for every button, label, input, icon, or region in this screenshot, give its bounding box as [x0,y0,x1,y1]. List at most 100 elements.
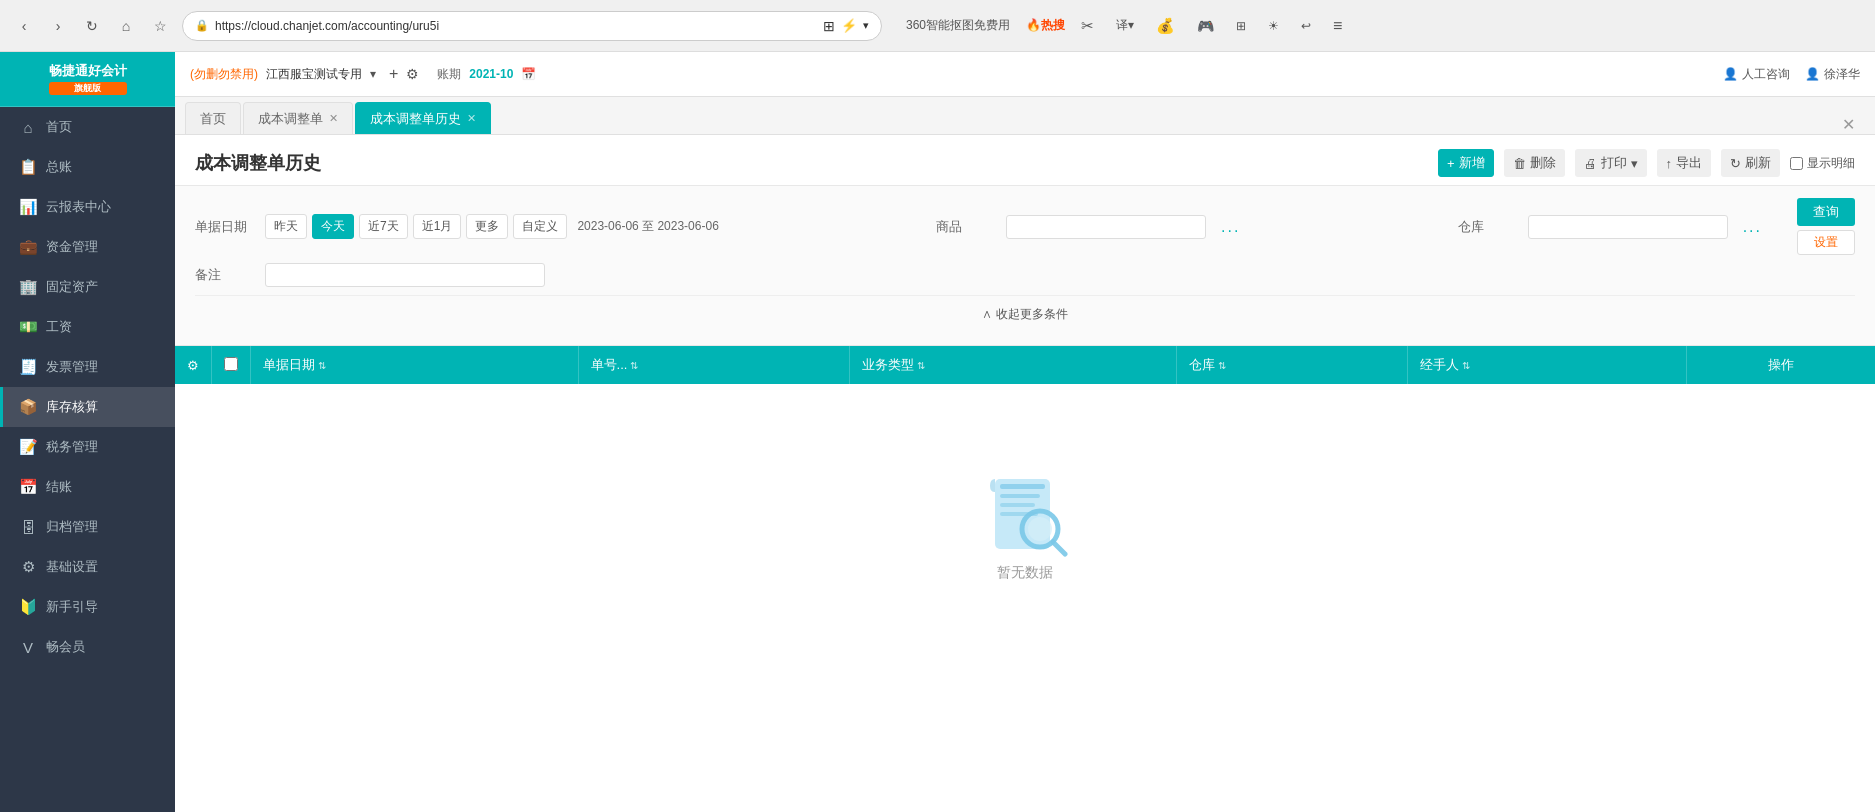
col-date[interactable]: 单据日期 ⇅ [251,346,579,384]
note-filter-input[interactable] [265,263,545,287]
user-menu[interactable]: 👤 徐泽华 [1805,66,1860,83]
report-icon: 📊 [18,198,38,216]
tab-cost-adjust-label: 成本调整单 [258,110,323,128]
col-number[interactable]: 单号... ⇅ [578,346,849,384]
warehouse-filter-dots[interactable]: ... [1743,218,1762,236]
game-btn[interactable]: 🎮 [1191,15,1220,37]
delete-btn[interactable]: 🗑 删除 [1504,149,1565,177]
print-dropdown-icon: ▾ [1631,156,1638,171]
reload-button[interactable]: ↻ [78,12,106,40]
grid-btn[interactable]: ⊞ [1230,16,1252,36]
dropdown-arrow: ▾ [863,19,869,32]
translate-btn[interactable]: 译▾ [1110,14,1140,37]
sidebar-home-label: 首页 [46,118,72,136]
sidebar-item-tax[interactable]: 📝 税务管理 [0,427,175,467]
guide-icon: 🔰 [18,598,38,616]
sidebar-item-archive[interactable]: 🗄 归档管理 [0,507,175,547]
collapse-btn[interactable]: ∧ 收起更多条件 [972,301,1077,328]
service-btn[interactable]: 👤 人工咨询 [1723,66,1790,83]
inventory-icon: 📦 [18,398,38,416]
sun-btn[interactable]: ☀ [1262,16,1285,36]
col-settings[interactable]: ⚙ [175,346,212,384]
date-sort-icon: ⇅ [318,360,326,371]
company-name: 江西服宝测试专用 [266,66,362,83]
calendar-icon[interactable]: 📅 [521,67,536,81]
lightning-icon: ⚡ [841,18,857,33]
settings-filter-btn[interactable]: 设置 [1797,230,1855,255]
sidebar-item-home[interactable]: ⌂ 首页 [0,107,175,147]
sidebar-ledger-label: 总账 [46,158,72,176]
close-all-tabs-btn[interactable]: ✕ [1832,115,1865,134]
sidebar: 畅捷通好会计 旗舰版 ⌂ 首页 📋 总账 📊 云报表中心 💼 资金管理 � [0,52,175,812]
user-avatar-icon: 👤 [1805,67,1820,81]
product-filter-input[interactable] [1006,215,1206,239]
undo-btn[interactable]: ↩ [1295,16,1317,36]
table-container: ⚙ 单据日期 ⇅ [175,346,1875,662]
select-all-checkbox[interactable] [224,357,238,371]
preset-7days[interactable]: 近7天 [359,214,408,239]
product-filter-dots[interactable]: ... [1221,218,1240,236]
home-button[interactable]: ⌂ [112,12,140,40]
empty-state: 暂无数据 [175,384,1875,662]
address-bar[interactable]: 🔒 https://cloud.chanjet.com/accounting/u… [182,11,882,41]
assets-icon: 🏢 [18,278,38,296]
date-filter-label: 单据日期 [195,218,250,236]
sidebar-tax-label: 税务管理 [46,438,98,456]
sidebar-report-label: 云报表中心 [46,198,111,216]
preset-yesterday[interactable]: 昨天 [265,214,307,239]
new-btn[interactable]: + 新增 [1438,149,1494,177]
svg-line-7 [1053,542,1065,554]
col-warehouse[interactable]: 仓库 ⇅ [1177,346,1408,384]
refresh-btn[interactable]: ↻ 刷新 [1721,149,1780,177]
preset-today[interactable]: 今天 [312,214,354,239]
tab-cost-adjust[interactable]: 成本调整单 ✕ [243,102,353,134]
ledger-icon: 📋 [18,158,38,176]
biz-type-sort-icon: ⇅ [917,360,925,371]
sidebar-item-fund[interactable]: 💼 资金管理 [0,227,175,267]
forward-button[interactable]: › [44,12,72,40]
tab-cost-adjust-close[interactable]: ✕ [329,112,338,125]
sidebar-item-settings[interactable]: ⚙ 基础设置 [0,547,175,587]
sidebar-item-vip[interactable]: V 畅会员 [0,627,175,667]
page-title: 成本调整单历史 [195,151,321,175]
sidebar-item-closing[interactable]: 📅 结账 [0,467,175,507]
operator-sort-icon: ⇅ [1462,360,1470,371]
show-cols-checkbox[interactable] [1790,157,1803,170]
sidebar-item-report[interactable]: 📊 云报表中心 [0,187,175,227]
tab-cost-adjust-history-close[interactable]: ✕ [467,112,476,125]
table-header: ⚙ 单据日期 ⇅ [175,346,1875,384]
query-btn[interactable]: 查询 [1797,198,1855,226]
search-360-btn[interactable]: 360智能抠图免费用 [900,14,1016,37]
warehouse-filter-input[interactable] [1528,215,1728,239]
print-btn[interactable]: 🖨 打印 ▾ [1575,149,1647,177]
sidebar-item-ledger[interactable]: 📋 总账 [0,147,175,187]
preset-1month[interactable]: 近1月 [413,214,462,239]
wallet-btn[interactable]: 💰 [1150,14,1181,38]
empty-text: 暂无数据 [997,564,1053,582]
username-text: 徐泽华 [1824,66,1860,83]
sidebar-payroll-label: 工资 [46,318,72,336]
show-cols-label: 显示明细 [1790,155,1855,172]
sidebar-item-invoice[interactable]: 🧾 发票管理 [0,347,175,387]
star-button[interactable]: ☆ [146,12,174,40]
scissors-btn[interactable]: ✂ [1075,14,1100,38]
tab-cost-adjust-history[interactable]: 成本调整单历史 ✕ [355,102,491,134]
col-operator[interactable]: 经手人 ⇅ [1408,346,1687,384]
back-button[interactable]: ‹ [10,12,38,40]
col-biz-type[interactable]: 业务类型 ⇅ [849,346,1177,384]
print-icon: 🖨 [1584,156,1597,171]
sidebar-item-assets[interactable]: 🏢 固定资产 [0,267,175,307]
settings-icon-top[interactable]: ⚙ [406,66,419,82]
preset-custom[interactable]: 自定义 [513,214,567,239]
sidebar-item-guide[interactable]: 🔰 新手引导 [0,587,175,627]
tab-home[interactable]: 首页 [185,102,241,134]
page-area: 成本调整单历史 + 新增 🗑 删除 🖨 打印 ▾ [175,135,1875,812]
add-icon[interactable]: + [389,65,398,83]
more-btn[interactable]: ≡ [1327,14,1348,38]
preset-more[interactable]: 更多 [466,214,508,239]
dropdown-btn[interactable]: ▾ [370,67,376,81]
sidebar-item-inventory[interactable]: 📦 库存核算 [0,387,175,427]
export-btn[interactable]: ↑ 导出 [1657,149,1712,177]
sidebar-invoice-label: 发票管理 [46,358,98,376]
sidebar-item-payroll[interactable]: 💵 工资 [0,307,175,347]
